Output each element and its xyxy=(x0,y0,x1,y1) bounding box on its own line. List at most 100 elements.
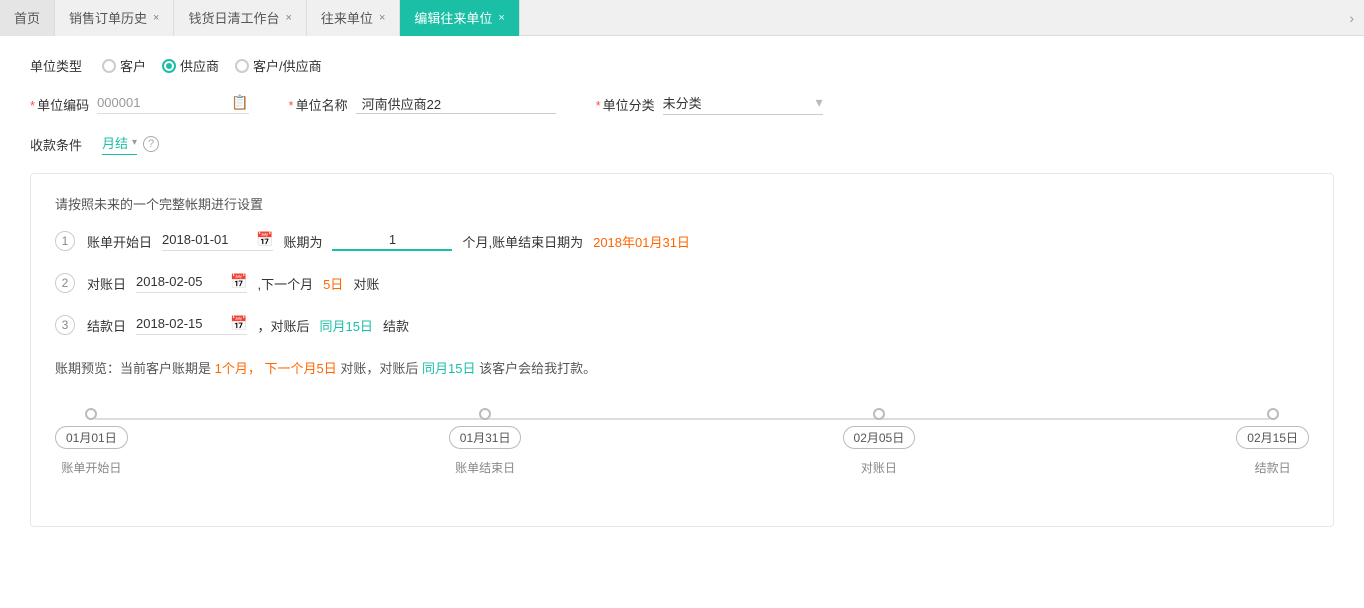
tab-partner-unit-label: 往来单位 xyxy=(321,8,373,27)
reconcile-label: 对账日 xyxy=(87,274,126,293)
tab-partner-unit[interactable]: 往来单位 × xyxy=(307,0,400,36)
timeline-dot-2 xyxy=(873,408,885,420)
payment-condition-select[interactable]: 月结 ▾ xyxy=(102,133,137,155)
payment-date-input[interactable] xyxy=(136,316,226,331)
preview-label: 账期预览：当前客户账期是 xyxy=(55,361,211,376)
tab-cash-work-close[interactable]: × xyxy=(285,12,291,24)
row-start-date: 1 账单开始日 📅 账期为 个月,账单结束日期为 2018年01月31日 xyxy=(55,231,1309,251)
preview-p3: 对账，对账后 xyxy=(340,361,418,376)
tab-edit-partner-close[interactable]: × xyxy=(498,12,504,24)
period-input[interactable] xyxy=(332,232,452,247)
reconcile-prefix: ,下一个月 xyxy=(257,274,313,293)
timeline-badge-3: 02月15日 xyxy=(1236,426,1309,449)
timeline-label-0: 账单开始日 xyxy=(61,459,121,476)
tab-home[interactable]: 首页 xyxy=(0,0,55,36)
row-num-2: 2 xyxy=(55,273,75,293)
settings-section: 请按照未来的一个完整帐期进行设置 1 账单开始日 📅 账期为 个月,账单结束日期… xyxy=(30,173,1334,527)
payment-suffix: 结款 xyxy=(383,316,409,335)
unit-name-group: *单位名称 xyxy=(289,94,556,114)
unit-category-arrow[interactable]: ▾ xyxy=(816,94,823,111)
preview-text: 账期预览：当前客户账期是 1个月， 下一个月5日 对账，对账后 同月15日 该客… xyxy=(55,357,1309,380)
tab-partner-unit-close[interactable]: × xyxy=(379,12,385,24)
payment-date-label: 结款日 xyxy=(87,316,126,335)
payment-date-wrapper: 📅 xyxy=(136,315,247,335)
timeline-badge-0: 01月01日 xyxy=(55,426,128,449)
unit-info-row: *单位编码 📋 *单位名称 *单位分类 未分类 ▾ xyxy=(30,93,1334,115)
row-1-content: 账单开始日 📅 账期为 个月,账单结束日期为 2018年01月31日 xyxy=(87,231,690,251)
tab-sales-order-history-label: 销售订单历史 xyxy=(69,8,147,27)
row-reconcile-date: 2 对账日 📅 ,下一个月 5日 对账 xyxy=(55,273,1309,293)
payment-condition-dropdown-icon[interactable]: ▾ xyxy=(132,137,137,148)
row-2-content: 对账日 📅 ,下一个月 5日 对账 xyxy=(87,273,379,293)
reconcile-date-wrapper: 📅 xyxy=(136,273,247,293)
radio-both-label: 客户/供应商 xyxy=(253,56,322,75)
page-content: 单位类型 客户 供应商 客户/供应商 *单位编码 📋 xyxy=(0,36,1364,608)
timeline-dot-3 xyxy=(1267,408,1279,420)
radio-customer[interactable]: 客户 xyxy=(102,56,146,75)
end-date-highlight: 2018年01月31日 xyxy=(593,232,690,251)
timeline-badge-1: 01月31日 xyxy=(449,426,522,449)
timeline-points: 01月01日 账单开始日 01月31日 账单结束日 02月05日 对账日 02月… xyxy=(55,408,1309,476)
reconcile-date-input[interactable] xyxy=(136,274,226,289)
tab-sales-order-history-close[interactable]: × xyxy=(153,12,159,24)
timeline-badge-2: 02月05日 xyxy=(843,426,916,449)
unit-type-radio-group: 客户 供应商 客户/供应商 xyxy=(102,56,322,75)
timeline-point-1: 01月31日 账单结束日 xyxy=(449,408,522,476)
start-date-input[interactable] xyxy=(162,232,252,247)
preview-p1: 1个月， xyxy=(215,361,261,376)
timeline-dot-1 xyxy=(479,408,491,420)
preview-p4: 同月15日 xyxy=(422,361,475,376)
payment-condition-row: 收款条件 月结 ▾ ? xyxy=(30,133,1334,155)
reconcile-cal-icon[interactable]: 📅 xyxy=(230,273,247,290)
timeline-label-1: 账单结束日 xyxy=(455,459,515,476)
radio-supplier-circle xyxy=(162,59,176,73)
timeline-label-3: 结款日 xyxy=(1255,459,1291,476)
tab-cash-work-label: 钱货日清工作台 xyxy=(188,8,279,27)
row-payment-date: 3 结款日 📅 ，对账后 同月15日 结款 xyxy=(55,315,1309,335)
unit-type-row: 单位类型 客户 供应商 客户/供应商 xyxy=(30,56,1334,75)
radio-both[interactable]: 客户/供应商 xyxy=(235,56,322,75)
start-date-label: 账单开始日 xyxy=(87,232,152,251)
tab-sales-order-history[interactable]: 销售订单历史 × xyxy=(55,0,174,36)
tab-home-label: 首页 xyxy=(14,8,40,27)
unit-code-label: *单位编码 xyxy=(30,95,89,114)
row-num-1: 1 xyxy=(55,231,75,251)
unit-type-label: 单位类型 xyxy=(30,56,82,75)
payment-condition-label: 收款条件 xyxy=(30,135,82,154)
reconcile-suffix: 对账 xyxy=(353,274,379,293)
payment-cal-icon[interactable]: 📅 xyxy=(230,315,247,332)
timeline: 01月01日 账单开始日 01月31日 账单结束日 02月05日 对账日 02月… xyxy=(55,398,1309,506)
payment-prefix: ，对账后 xyxy=(257,316,309,335)
unit-code-book-icon[interactable]: 📋 xyxy=(231,94,248,111)
tab-cash-work[interactable]: 钱货日清工作台 × xyxy=(174,0,306,36)
unit-category-group: *单位分类 未分类 ▾ xyxy=(596,93,823,115)
unit-name-input[interactable] xyxy=(356,94,556,114)
radio-supplier-label: 供应商 xyxy=(180,56,219,75)
unit-category-value: 未分类 xyxy=(663,93,810,112)
tab-edit-partner-label: 编辑往来单位 xyxy=(414,8,492,27)
start-date-cal-icon[interactable]: 📅 xyxy=(256,231,273,248)
timeline-point-0: 01月01日 账单开始日 xyxy=(55,408,128,476)
radio-supplier[interactable]: 供应商 xyxy=(162,56,219,75)
row-num-3: 3 xyxy=(55,315,75,335)
radio-customer-label: 客户 xyxy=(120,56,146,75)
payment-day-highlight: 同月15日 xyxy=(319,316,372,335)
start-date-input-wrapper: 📅 xyxy=(162,231,273,251)
unit-name-label: *单位名称 xyxy=(289,95,348,114)
unit-code-input[interactable] xyxy=(97,95,227,110)
help-icon[interactable]: ? xyxy=(143,136,159,152)
row-3-content: 结款日 📅 ，对账后 同月15日 结款 xyxy=(87,315,409,335)
tab-bar: 首页 销售订单历史 × 钱货日清工作台 × 往来单位 × 编辑往来单位 × › xyxy=(0,0,1364,36)
timeline-label-2: 对账日 xyxy=(861,459,897,476)
radio-customer-circle xyxy=(102,59,116,73)
section-title: 请按照未来的一个完整帐期进行设置 xyxy=(55,194,1309,213)
preview-p5-text: 该客户会给我打款。 xyxy=(479,361,596,376)
tab-scroll-arrow[interactable]: › xyxy=(1339,10,1364,26)
period-suffix-1: 个月,账单结束日期为 xyxy=(462,232,583,251)
timeline-dot-0 xyxy=(85,408,97,420)
period-prefix: 账期为 xyxy=(283,232,322,251)
radio-both-circle xyxy=(235,59,249,73)
payment-condition-value: 月结 xyxy=(102,133,128,152)
reconcile-day-highlight: 5日 xyxy=(323,274,343,293)
tab-edit-partner[interactable]: 编辑往来单位 × xyxy=(400,0,519,36)
